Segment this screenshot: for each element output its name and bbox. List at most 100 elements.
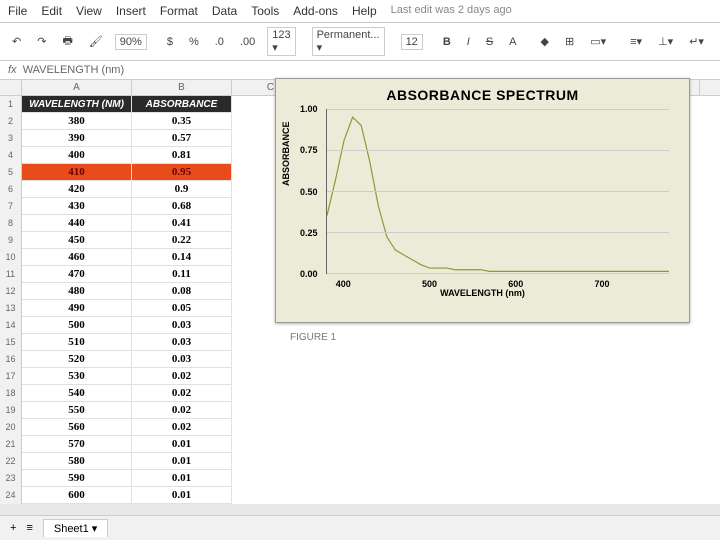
row-header[interactable]: 20 bbox=[0, 419, 22, 436]
table-row[interactable]: 5900.01 bbox=[22, 470, 232, 487]
menu-data[interactable]: Data bbox=[212, 4, 237, 18]
absorbance-cell[interactable]: 0.01 bbox=[132, 487, 232, 504]
absorbance-cell[interactable]: 0.01 bbox=[132, 470, 232, 487]
wrap-button[interactable]: ↵▾ bbox=[685, 33, 708, 50]
wavelength-cell[interactable]: 390 bbox=[22, 130, 132, 147]
absorbance-cell[interactable]: 0.01 bbox=[132, 453, 232, 470]
italic-button[interactable]: I bbox=[463, 34, 474, 50]
row-header[interactable]: 5 bbox=[0, 164, 22, 181]
menu-tools[interactable]: Tools bbox=[251, 4, 279, 18]
wavelength-cell[interactable]: 380 bbox=[22, 113, 132, 130]
merge-button[interactable]: ▭▾ bbox=[586, 33, 610, 50]
row-header[interactable]: 9 bbox=[0, 232, 22, 249]
table-row[interactable]: 5200.03 bbox=[22, 351, 232, 368]
font-select[interactable]: Permanent... ▾ bbox=[312, 27, 385, 56]
absorbance-cell[interactable]: 0.35 bbox=[132, 113, 232, 130]
row-header[interactable]: 10 bbox=[0, 249, 22, 266]
row-header[interactable]: 17 bbox=[0, 368, 22, 385]
sheet-tab[interactable]: Sheet1 ▾ bbox=[43, 519, 108, 537]
percent-button[interactable]: % bbox=[185, 34, 203, 50]
table-row[interactable]: 4300.68 bbox=[22, 198, 232, 215]
table-row[interactable]: 4700.11 bbox=[22, 266, 232, 283]
borders-button[interactable]: ⊞ bbox=[561, 33, 578, 50]
table-row[interactable]: 5700.01 bbox=[22, 436, 232, 453]
all-sheets-button[interactable]: ≡ bbox=[26, 522, 32, 534]
col-header[interactable]: B bbox=[132, 80, 232, 95]
row-header[interactable]: 6 bbox=[0, 181, 22, 198]
currency-button[interactable]: $ bbox=[163, 34, 177, 50]
table-row[interactable]: 4100.95 bbox=[22, 164, 232, 181]
select-all-corner[interactable] bbox=[0, 80, 22, 95]
add-sheet-button[interactable]: + bbox=[10, 522, 16, 534]
row-header[interactable]: 7 bbox=[0, 198, 22, 215]
wavelength-cell[interactable]: 460 bbox=[22, 249, 132, 266]
wavelength-cell[interactable]: 450 bbox=[22, 232, 132, 249]
row-header[interactable]: 24 bbox=[0, 487, 22, 504]
absorbance-cell[interactable]: 0.02 bbox=[132, 385, 232, 402]
wavelength-cell[interactable]: 540 bbox=[22, 385, 132, 402]
row-header[interactable]: 2 bbox=[0, 113, 22, 130]
absorbance-cell[interactable]: 0.11 bbox=[132, 266, 232, 283]
table-row[interactable]: 5300.02 bbox=[22, 368, 232, 385]
table-row[interactable]: 3900.57 bbox=[22, 130, 232, 147]
menu-help[interactable]: Help bbox=[352, 4, 377, 18]
table-row[interactable]: 4800.08 bbox=[22, 283, 232, 300]
table-row[interactable]: 4600.14 bbox=[22, 249, 232, 266]
table-row[interactable]: 5000.03 bbox=[22, 317, 232, 334]
wavelength-cell[interactable]: 490 bbox=[22, 300, 132, 317]
wavelength-cell[interactable]: 550 bbox=[22, 402, 132, 419]
table-row[interactable]: 6000.01 bbox=[22, 487, 232, 504]
row-header[interactable]: 21 bbox=[0, 436, 22, 453]
text-color-button[interactable]: A bbox=[505, 34, 520, 50]
menu-view[interactable]: View bbox=[76, 4, 102, 18]
absorbance-cell[interactable]: 0.02 bbox=[132, 419, 232, 436]
wavelength-cell[interactable]: 530 bbox=[22, 368, 132, 385]
wavelength-cell[interactable]: 400 bbox=[22, 147, 132, 164]
row-header[interactable]: 16 bbox=[0, 351, 22, 368]
wavelength-cell[interactable]: 430 bbox=[22, 198, 132, 215]
col-header[interactable]: A bbox=[22, 80, 132, 95]
row-header[interactable]: 11 bbox=[0, 266, 22, 283]
row-header[interactable]: 23 bbox=[0, 470, 22, 487]
wavelength-cell[interactable]: 520 bbox=[22, 351, 132, 368]
dec-increase-button[interactable]: .00 bbox=[236, 34, 259, 50]
wavelength-cell[interactable]: 600 bbox=[22, 487, 132, 504]
row-header[interactable]: 1 bbox=[0, 96, 22, 113]
row-header[interactable]: 3 bbox=[0, 130, 22, 147]
table-row[interactable]: 5500.02 bbox=[22, 402, 232, 419]
wavelength-cell[interactable]: 590 bbox=[22, 470, 132, 487]
row-header[interactable]: 15 bbox=[0, 334, 22, 351]
redo-icon[interactable]: ↷ bbox=[33, 33, 50, 50]
halign-button[interactable]: ≡▾ bbox=[626, 33, 646, 50]
absorbance-cell[interactable]: 0.81 bbox=[132, 147, 232, 164]
undo-icon[interactable]: ↶ bbox=[8, 33, 25, 50]
absorbance-cell[interactable]: 0.22 bbox=[132, 232, 232, 249]
absorbance-cell[interactable]: 0.01 bbox=[132, 436, 232, 453]
wavelength-cell[interactable]: 580 bbox=[22, 453, 132, 470]
fill-color-button[interactable]: ◆ bbox=[537, 33, 553, 50]
zoom-select[interactable]: 90% bbox=[115, 34, 147, 50]
table-row[interactable]: 4400.41 bbox=[22, 215, 232, 232]
table-row[interactable]: 5400.02 bbox=[22, 385, 232, 402]
absorbance-cell[interactable]: 0.02 bbox=[132, 402, 232, 419]
wavelength-cell[interactable]: 510 bbox=[22, 334, 132, 351]
absorbance-cell[interactable]: 0.02 bbox=[132, 368, 232, 385]
valign-button[interactable]: ⊥▾ bbox=[654, 33, 677, 50]
wavelength-cell[interactable]: 420 bbox=[22, 181, 132, 198]
absorbance-cell[interactable]: 0.41 bbox=[132, 215, 232, 232]
table-row[interactable]: 4900.05 bbox=[22, 300, 232, 317]
absorbance-cell[interactable]: 0.03 bbox=[132, 317, 232, 334]
table-header-cell[interactable]: WAVELENGTH (NM) bbox=[22, 96, 132, 113]
last-edit-label[interactable]: Last edit was 2 days ago bbox=[391, 4, 512, 18]
table-row[interactable]: 4500.22 bbox=[22, 232, 232, 249]
menu-file[interactable]: File bbox=[8, 4, 27, 18]
rotate-button[interactable]: ⟲▾ bbox=[716, 33, 720, 50]
absorbance-cell[interactable]: 0.03 bbox=[132, 351, 232, 368]
font-size-select[interactable]: 12 bbox=[401, 34, 423, 50]
paint-format-icon[interactable]: 🖌 bbox=[85, 33, 107, 50]
menu-edit[interactable]: Edit bbox=[41, 4, 62, 18]
absorbance-cell[interactable]: 0.95 bbox=[132, 164, 232, 181]
wavelength-cell[interactable]: 570 bbox=[22, 436, 132, 453]
bold-button[interactable]: B bbox=[439, 34, 455, 50]
wavelength-cell[interactable]: 470 bbox=[22, 266, 132, 283]
